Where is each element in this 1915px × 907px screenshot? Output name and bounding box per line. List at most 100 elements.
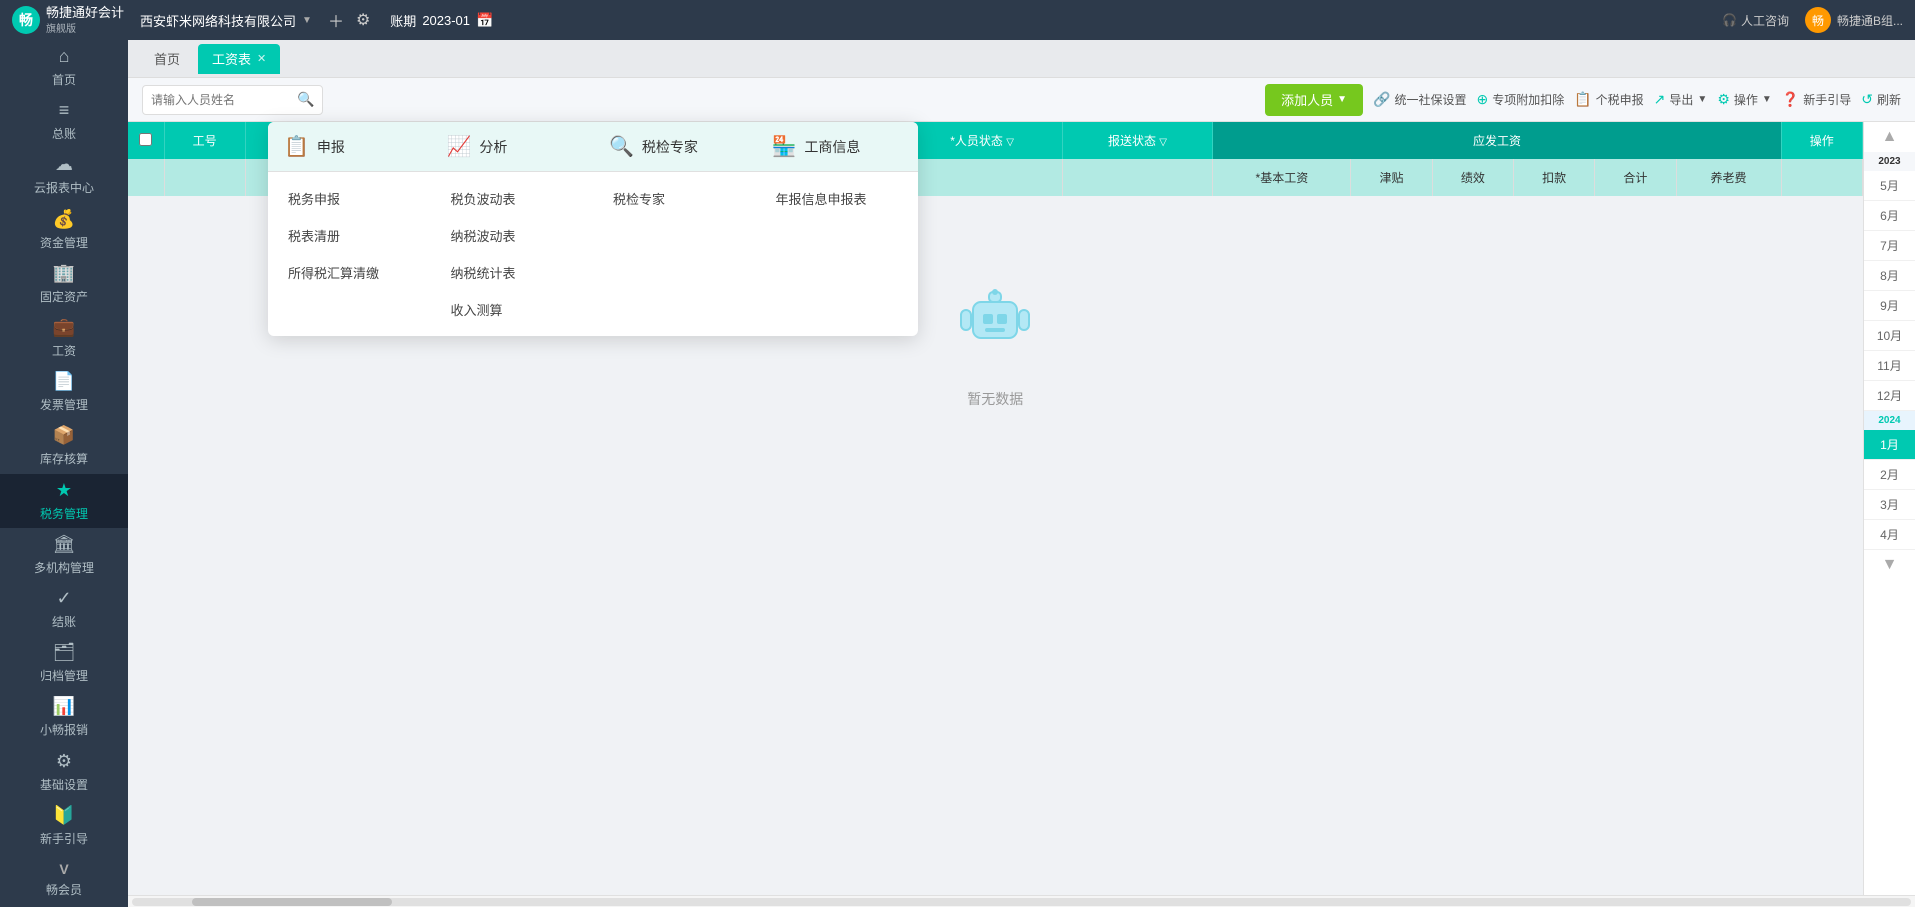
sidebar-home-label: 首页	[52, 71, 76, 88]
sidebar-cloud-label: 云报表中心	[34, 179, 94, 196]
checkbox-header[interactable]	[128, 122, 164, 159]
tax-table-clearance-item[interactable]: 税表清册	[268, 217, 431, 254]
tax-burden-item[interactable]: 税负波动表	[431, 180, 594, 217]
sidebar-item-archive[interactable]: 🗂 归档管理	[0, 636, 128, 690]
year-2024-label: 2024	[1864, 411, 1915, 430]
sub-operation	[1781, 159, 1862, 196]
tax-wave-item[interactable]: 纳税波动表	[431, 217, 594, 254]
sidebar-item-home[interactable]: ⌂ 首页	[0, 40, 128, 94]
tab-salary-table[interactable]: 工资表 ✕	[198, 44, 280, 74]
customer-service-button[interactable]: 🎧 人工咨询	[1722, 12, 1789, 29]
home-icon: ⌂	[59, 46, 70, 67]
declaration-label: 申报	[317, 137, 345, 157]
sidebar-item-expense[interactable]: 📊 小畅报销	[0, 690, 128, 744]
income-simulate-item[interactable]: 收入测算	[431, 291, 594, 328]
guide-icon: 🔰	[53, 805, 75, 826]
user-menu[interactable]: 畅 畅捷通B组...	[1805, 7, 1903, 33]
sidebar-item-tax[interactable]: ★ 税务管理	[0, 474, 128, 528]
tax-check-expert-item[interactable]: 税检专家	[593, 180, 756, 217]
scrollbar-thumb[interactable]	[192, 898, 392, 906]
analysis-items: 税负波动表 纳税波动表 纳税统计表 收入测算	[431, 172, 594, 336]
sidebar-item-salary[interactable]: 💼 工资	[0, 311, 128, 365]
status-filter-icon[interactable]: ▽	[1006, 137, 1014, 148]
month-2023-6[interactable]: 6月	[1864, 201, 1915, 231]
sidebar-item-close-account[interactable]: ✓ 结账	[0, 582, 128, 636]
search-wrap: 🔍	[142, 85, 323, 115]
income-tax-settlement-item[interactable]: 所得税汇算清缴	[268, 254, 431, 291]
company-selector[interactable]: 西安虾米网络科技有限公司 ▼	[140, 11, 312, 30]
search-input[interactable]	[151, 93, 291, 107]
sidebar-member-label: 畅会员	[46, 881, 82, 898]
month-2024-2[interactable]: 2月	[1864, 460, 1915, 490]
app-logo: 畅 畅捷通好会计 旗舰版	[12, 5, 124, 36]
guide-help-icon: ❓	[1782, 91, 1799, 108]
ledger-icon: ≡	[59, 100, 70, 121]
sidebar-item-inventory[interactable]: 📦 库存核算	[0, 419, 128, 473]
month-2023-7[interactable]: 7月	[1864, 231, 1915, 261]
dropdown-business-col: 🏪 工商信息 年报信息申报表	[756, 122, 919, 336]
sidebar-item-cloud-report[interactable]: ☁ 云报表中心	[0, 148, 128, 202]
export-button[interactable]: ↗ 导出 ▼	[1654, 91, 1708, 108]
tax-declaration-item[interactable]: 税务申报	[268, 180, 431, 217]
month-2024-4[interactable]: 4月	[1864, 520, 1915, 550]
sub-performance: 绩效	[1432, 159, 1513, 196]
analysis-icon: 📈	[447, 134, 472, 159]
sidebar-close-label: 结账	[52, 613, 76, 630]
refresh-label: 刷新	[1877, 91, 1901, 108]
tax-icon: ★	[56, 480, 72, 501]
personal-tax-button[interactable]: 📋 个税申报	[1574, 91, 1643, 108]
month-2023-5[interactable]: 5月	[1864, 171, 1915, 201]
sidebar-item-ledger[interactable]: ≡ 总账	[0, 94, 128, 148]
sidebar-settings-label: 基础设置	[40, 776, 88, 793]
scrollbar-track[interactable]	[132, 898, 1911, 906]
sidebar-item-multi-org[interactable]: 🏛 多机构管理	[0, 528, 128, 582]
sub-emp-no	[164, 159, 245, 196]
report-filter-icon[interactable]: ▽	[1159, 137, 1167, 148]
sidebar-item-fund[interactable]: 💰 资金管理	[0, 203, 128, 257]
month-2023-8[interactable]: 8月	[1864, 261, 1915, 291]
sidebar-expense-label: 小畅报销	[40, 721, 88, 738]
add-company-button[interactable]: ＋	[328, 8, 344, 32]
month-2023-11[interactable]: 11月	[1864, 351, 1915, 381]
business-header: 🏪 工商信息	[756, 122, 919, 172]
tab-home[interactable]: 首页	[140, 44, 194, 74]
close-account-icon: ✓	[56, 588, 71, 609]
guide-button[interactable]: ❓ 新手引导	[1782, 91, 1851, 108]
date-nav-up-button[interactable]: ▲	[1880, 126, 1900, 148]
no-data-icon	[955, 276, 1035, 373]
sidebar-item-member[interactable]: V 畅会员	[0, 853, 128, 907]
tab-home-label: 首页	[154, 49, 180, 68]
search-icon[interactable]: 🔍	[297, 91, 314, 108]
headset-icon: 🎧	[1722, 13, 1737, 27]
tax-stats-item[interactable]: 纳税统计表	[431, 254, 594, 291]
month-2023-9[interactable]: 9月	[1864, 291, 1915, 321]
month-2024-3[interactable]: 3月	[1864, 490, 1915, 520]
sidebar-item-invoice[interactable]: 📄 发票管理	[0, 365, 128, 419]
tax-expert-icon: 🔍	[609, 134, 634, 159]
sidebar-guide-label: 新手引导	[40, 830, 88, 847]
select-all-checkbox[interactable]	[139, 133, 152, 146]
th-operation: 操作	[1781, 122, 1862, 159]
operations-button[interactable]: ⚙ 操作 ▼	[1717, 91, 1771, 108]
social-security-button[interactable]: 🔗 统一社保设置	[1373, 91, 1466, 108]
annual-report-item[interactable]: 年报信息申报表	[756, 180, 919, 217]
month-2023-10[interactable]: 10月	[1864, 321, 1915, 351]
cloud-icon: ☁	[55, 154, 73, 175]
special-deduct-button[interactable]: ⊕ 专项附加扣除	[1476, 91, 1564, 108]
sidebar-item-fixed-assets[interactable]: 🏢 固定资产	[0, 257, 128, 311]
user-avatar: 畅	[1805, 7, 1831, 33]
no-data-text: 暂无数据	[967, 389, 1023, 409]
month-2024-1[interactable]: 1月	[1864, 430, 1915, 460]
refresh-button[interactable]: ↺ 刷新	[1861, 91, 1901, 108]
sidebar-item-settings[interactable]: ⚙ 基础设置	[0, 744, 128, 798]
sidebar-invoice-label: 发票管理	[40, 396, 88, 413]
add-person-button[interactable]: 添加人员 ▼	[1265, 84, 1363, 116]
sidebar-assets-label: 固定资产	[40, 288, 88, 305]
sidebar-item-guide[interactable]: 🔰 新手引导	[0, 799, 128, 853]
calendar-icon[interactable]: 📅	[476, 12, 493, 29]
settings-button[interactable]: ⚙	[356, 10, 370, 30]
tab-close-button[interactable]: ✕	[257, 52, 266, 65]
month-2023-12[interactable]: 12月	[1864, 381, 1915, 411]
date-nav-down-button[interactable]: ▼	[1880, 554, 1900, 576]
analysis-label: 分析	[479, 137, 507, 157]
